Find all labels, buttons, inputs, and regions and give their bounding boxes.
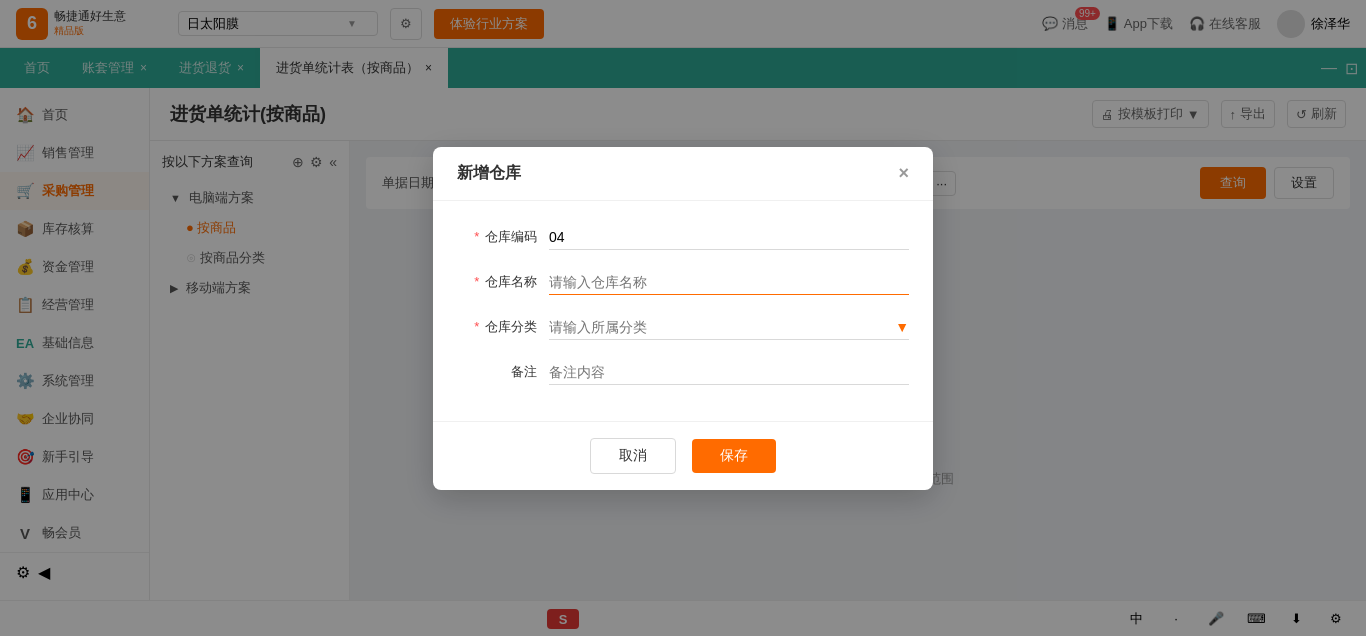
dialog-footer: 取消 保存 bbox=[433, 421, 933, 490]
warehouse-category-label: * 仓库分类 bbox=[457, 318, 537, 336]
dialog-title: 新增仓库 bbox=[457, 163, 521, 184]
dialog-overlay: 新增仓库 × * 仓库编码 * 仓库名称 bbox=[0, 0, 1366, 636]
warehouse-category-select[interactable]: ▼ bbox=[549, 315, 909, 340]
dialog-body: * 仓库编码 * 仓库名称 * 仓库分类 bbox=[433, 201, 933, 421]
warehouse-name-label: * 仓库名称 bbox=[457, 273, 537, 291]
required-star-category: * bbox=[474, 319, 479, 334]
category-input[interactable] bbox=[549, 319, 895, 335]
dialog-header: 新增仓库 × bbox=[433, 147, 933, 201]
warehouse-remark-input[interactable] bbox=[549, 360, 909, 385]
warehouse-remark-row: 备注 bbox=[457, 360, 909, 385]
dialog-close-button[interactable]: × bbox=[898, 163, 909, 184]
warehouse-category-row: * 仓库分类 ▼ bbox=[457, 315, 909, 340]
warehouse-code-label: * 仓库编码 bbox=[457, 228, 537, 246]
category-dropdown-icon: ▼ bbox=[895, 319, 909, 335]
warehouse-name-row: * 仓库名称 bbox=[457, 270, 909, 295]
required-star-code: * bbox=[474, 229, 479, 244]
save-button[interactable]: 保存 bbox=[692, 439, 776, 473]
cancel-button[interactable]: 取消 bbox=[590, 438, 676, 474]
warehouse-code-row: * 仓库编码 bbox=[457, 225, 909, 250]
warehouse-name-input[interactable] bbox=[549, 270, 909, 295]
warehouse-code-input[interactable] bbox=[549, 225, 909, 250]
required-star-name: * bbox=[474, 274, 479, 289]
warehouse-remark-label: 备注 bbox=[457, 363, 537, 381]
add-warehouse-dialog: 新增仓库 × * 仓库编码 * 仓库名称 bbox=[433, 147, 933, 490]
